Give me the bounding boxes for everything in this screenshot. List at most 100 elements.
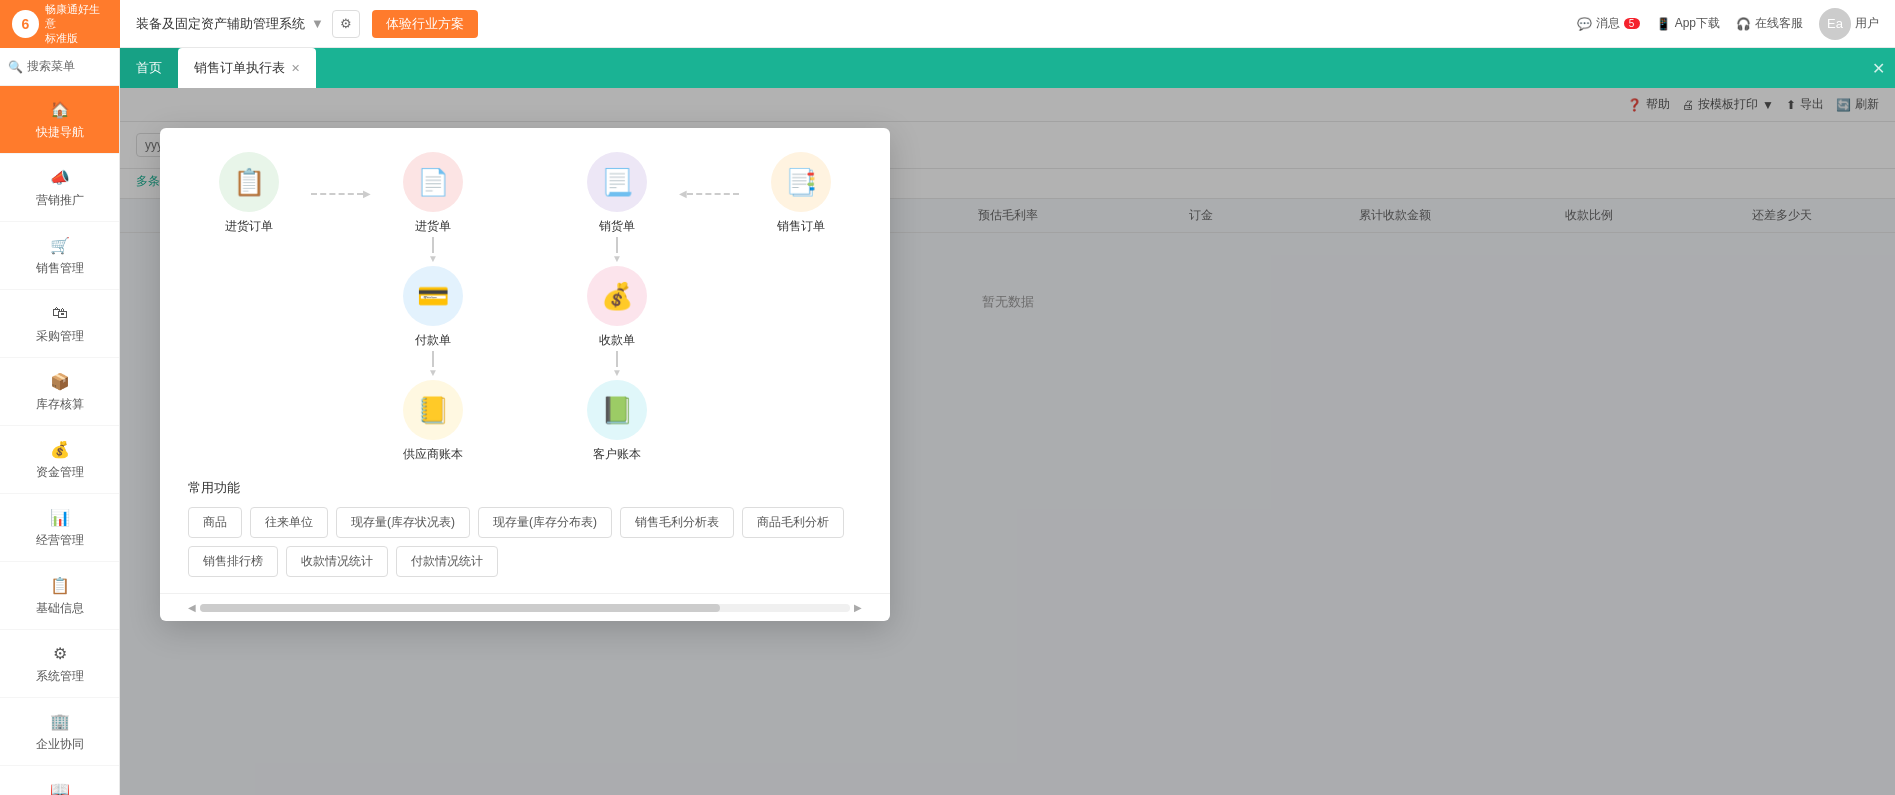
- sale-order-circle: 📑: [771, 152, 831, 212]
- purchase-order-circle: 📋: [219, 152, 279, 212]
- receipt-bill-label: 收款单: [599, 332, 635, 349]
- cf-buttons: 商品 往来单位 现存量(库存状况表) 现存量(库存分布表) 销售毛利分析表 商品…: [188, 507, 862, 538]
- message-badge: 5: [1624, 18, 1640, 29]
- down-arrow-payment: ▼: [373, 351, 493, 378]
- popup-scrollbar: ◀ ▶: [160, 593, 890, 621]
- customer-ledger-circle: 📗: [587, 380, 647, 440]
- supplier-ledger-label: 供应商账本: [403, 446, 463, 463]
- arrow-purchase-order-to-bill: ▶: [311, 188, 371, 199]
- service-button[interactable]: 🎧 在线客服: [1736, 15, 1803, 32]
- sidebar-item-purchase[interactable]: 🛍 采购管理: [0, 290, 119, 358]
- purchase-icon: 🛍: [49, 302, 71, 324]
- supplier-ledger-circle: 📒: [403, 380, 463, 440]
- tab-close-button[interactable]: ✕: [291, 62, 300, 75]
- down-arrow-sale-bill: ▼: [557, 237, 677, 264]
- search-icon: 🔍: [8, 60, 23, 74]
- scroll-right-button[interactable]: ▶: [854, 602, 862, 613]
- btn-counterparty[interactable]: 往来单位: [250, 507, 328, 538]
- receipt-bill-circle: 💰: [587, 266, 647, 326]
- logo-text: 畅康通好生意 标准版: [45, 2, 108, 45]
- purchase-bill-circle: 📄: [403, 152, 463, 212]
- sidebar-item-quick-nav[interactable]: 🏠 快捷导航: [0, 86, 119, 154]
- arrow-sale-order-to-bill: ◀: [679, 188, 739, 199]
- btn-stock-distribution[interactable]: 现存量(库存分布表): [478, 507, 612, 538]
- guide-icon: 📖: [49, 778, 71, 795]
- purchase-bill-label: 进货单: [415, 218, 451, 235]
- basic-info-icon: 📋: [49, 574, 71, 596]
- scroll-thumb: [200, 604, 720, 612]
- message-icon: 💬: [1577, 17, 1592, 31]
- flow-down-arrows-2: ▼ ▼: [188, 349, 862, 380]
- headset-icon: 🎧: [1736, 17, 1751, 31]
- btn-sales-ranking[interactable]: 销售排行榜: [188, 546, 278, 577]
- sidebar: 🔍 搜索菜单 🏠 快捷导航 📣 营销推广 🛒 销售管理 🛍 采购管理 📦 库存核…: [0, 48, 120, 795]
- logo-area: 6 畅康通好生意 标准版: [0, 0, 120, 48]
- sidebar-item-basic-info[interactable]: 📋 基础信息: [0, 562, 119, 630]
- gear-button[interactable]: ⚙: [332, 10, 360, 38]
- btn-sales-margin-analysis[interactable]: 销售毛利分析表: [620, 507, 734, 538]
- cf-title: 常用功能: [188, 479, 862, 497]
- flow-node-purchase-bill: 📄 进货单: [373, 152, 493, 235]
- btn-product[interactable]: 商品: [188, 507, 242, 538]
- finance-icon: 💰: [49, 438, 71, 460]
- dropdown-icon[interactable]: ▼: [311, 16, 324, 31]
- flow-node-receipt-bill: 💰 收款单: [557, 266, 677, 349]
- flow-row-1: 📋 进货订单 ▶: [188, 152, 862, 235]
- popup-overlay[interactable]: 📋 进货订单 ▶: [120, 88, 1895, 795]
- top-header: 6 畅康通好生意 标准版 装备及固定资产辅助管理系统 ▼ ⚙ 体验行业方案 💬 …: [0, 0, 1895, 48]
- sidebar-item-operations[interactable]: 📊 经营管理: [0, 494, 119, 562]
- main-layout: 🔍 搜索菜单 🏠 快捷导航 📣 营销推广 🛒 销售管理 🛍 采购管理 📦 库存核…: [0, 48, 1895, 795]
- flow-node-sale-order: 📑 销售订单: [741, 152, 861, 235]
- header-right: 💬 消息 5 📱 App下载 🎧 在线客服 Ea 用户: [1577, 8, 1879, 40]
- content-area: 首页 销售订单执行表 ✕ ✕ ❓ 帮助 🖨 按模板打印 ▼: [120, 48, 1895, 795]
- customer-ledger-label: 客户账本: [593, 446, 641, 463]
- sale-bill-circle: 📃: [587, 152, 647, 212]
- flow-node-supplier-ledger: 📒 供应商账本: [373, 380, 493, 463]
- page-content: ❓ 帮助 🖨 按模板打印 ▼ ⬆ 导出 🔄 刷新: [120, 88, 1895, 795]
- tab-bar: 首页 销售订单执行表 ✕ ✕: [120, 48, 1895, 88]
- sidebar-item-system[interactable]: ⚙ 系统管理: [0, 630, 119, 698]
- down-arrow-purchase-bill: ▼: [373, 237, 493, 264]
- user-avatar: Ea: [1819, 8, 1851, 40]
- flow-node-payment-bill: 💳 付款单: [373, 266, 493, 349]
- tab-sales-orders[interactable]: 销售订单执行表 ✕: [178, 48, 316, 88]
- search-menu-button[interactable]: 🔍 搜索菜单: [0, 48, 119, 86]
- sale-bill-label: 销货单: [599, 218, 635, 235]
- payment-bill-label: 付款单: [415, 332, 451, 349]
- operations-icon: 📊: [49, 506, 71, 528]
- sidebar-item-marketing[interactable]: 📣 营销推广: [0, 154, 119, 222]
- mobile-icon: 📱: [1656, 17, 1671, 31]
- btn-product-margin-analysis[interactable]: 商品毛利分析: [742, 507, 844, 538]
- flow-row-3: 📒 供应商账本 📗 客户账本: [188, 380, 862, 463]
- down-arrow-receipt: ▼: [557, 351, 677, 378]
- flow-node-customer-ledger: 📗 客户账本: [557, 380, 677, 463]
- purchase-order-label: 进货订单: [225, 218, 273, 235]
- flow-down-arrows-1: ▼ ▼: [188, 235, 862, 266]
- cf-buttons-row2: 销售排行榜 收款情况统计 付款情况统计: [188, 546, 862, 577]
- enterprise-icon: 🏢: [49, 710, 71, 732]
- trial-button[interactable]: 体验行业方案: [372, 10, 478, 38]
- sales-icon: 🛒: [49, 234, 71, 256]
- app-download-button[interactable]: 📱 App下载: [1656, 15, 1720, 32]
- user-label: 用户: [1855, 15, 1879, 32]
- system-title-text: 装备及固定资产辅助管理系统: [136, 15, 305, 33]
- tab-bar-close-button[interactable]: ✕: [1872, 59, 1885, 78]
- btn-payment-stats[interactable]: 付款情况统计: [396, 546, 498, 577]
- common-functions: 常用功能 商品 往来单位 现存量(库存状况表) 现存量(库存分布表) 销售毛利分…: [188, 479, 862, 577]
- sidebar-item-inventory[interactable]: 📦 库存核算: [0, 358, 119, 426]
- sidebar-item-guide[interactable]: 📖 新手引导: [0, 766, 119, 795]
- inventory-icon: 📦: [49, 370, 71, 392]
- sidebar-item-sales[interactable]: 🛒 销售管理: [0, 222, 119, 290]
- tab-home[interactable]: 首页: [120, 48, 178, 88]
- sidebar-item-finance[interactable]: 💰 资金管理: [0, 426, 119, 494]
- scroll-track[interactable]: [200, 604, 850, 612]
- home-icon: 🏠: [49, 98, 71, 120]
- marketing-icon: 📣: [49, 166, 71, 188]
- user-menu[interactable]: Ea 用户: [1819, 8, 1879, 40]
- popup-body: 📋 进货订单 ▶: [160, 128, 890, 593]
- btn-receipt-stats[interactable]: 收款情况统计: [286, 546, 388, 577]
- sidebar-item-enterprise[interactable]: 🏢 企业协同: [0, 698, 119, 766]
- btn-stock-status[interactable]: 现存量(库存状况表): [336, 507, 470, 538]
- scroll-left-button[interactable]: ◀: [188, 602, 196, 613]
- message-button[interactable]: 💬 消息 5: [1577, 15, 1640, 32]
